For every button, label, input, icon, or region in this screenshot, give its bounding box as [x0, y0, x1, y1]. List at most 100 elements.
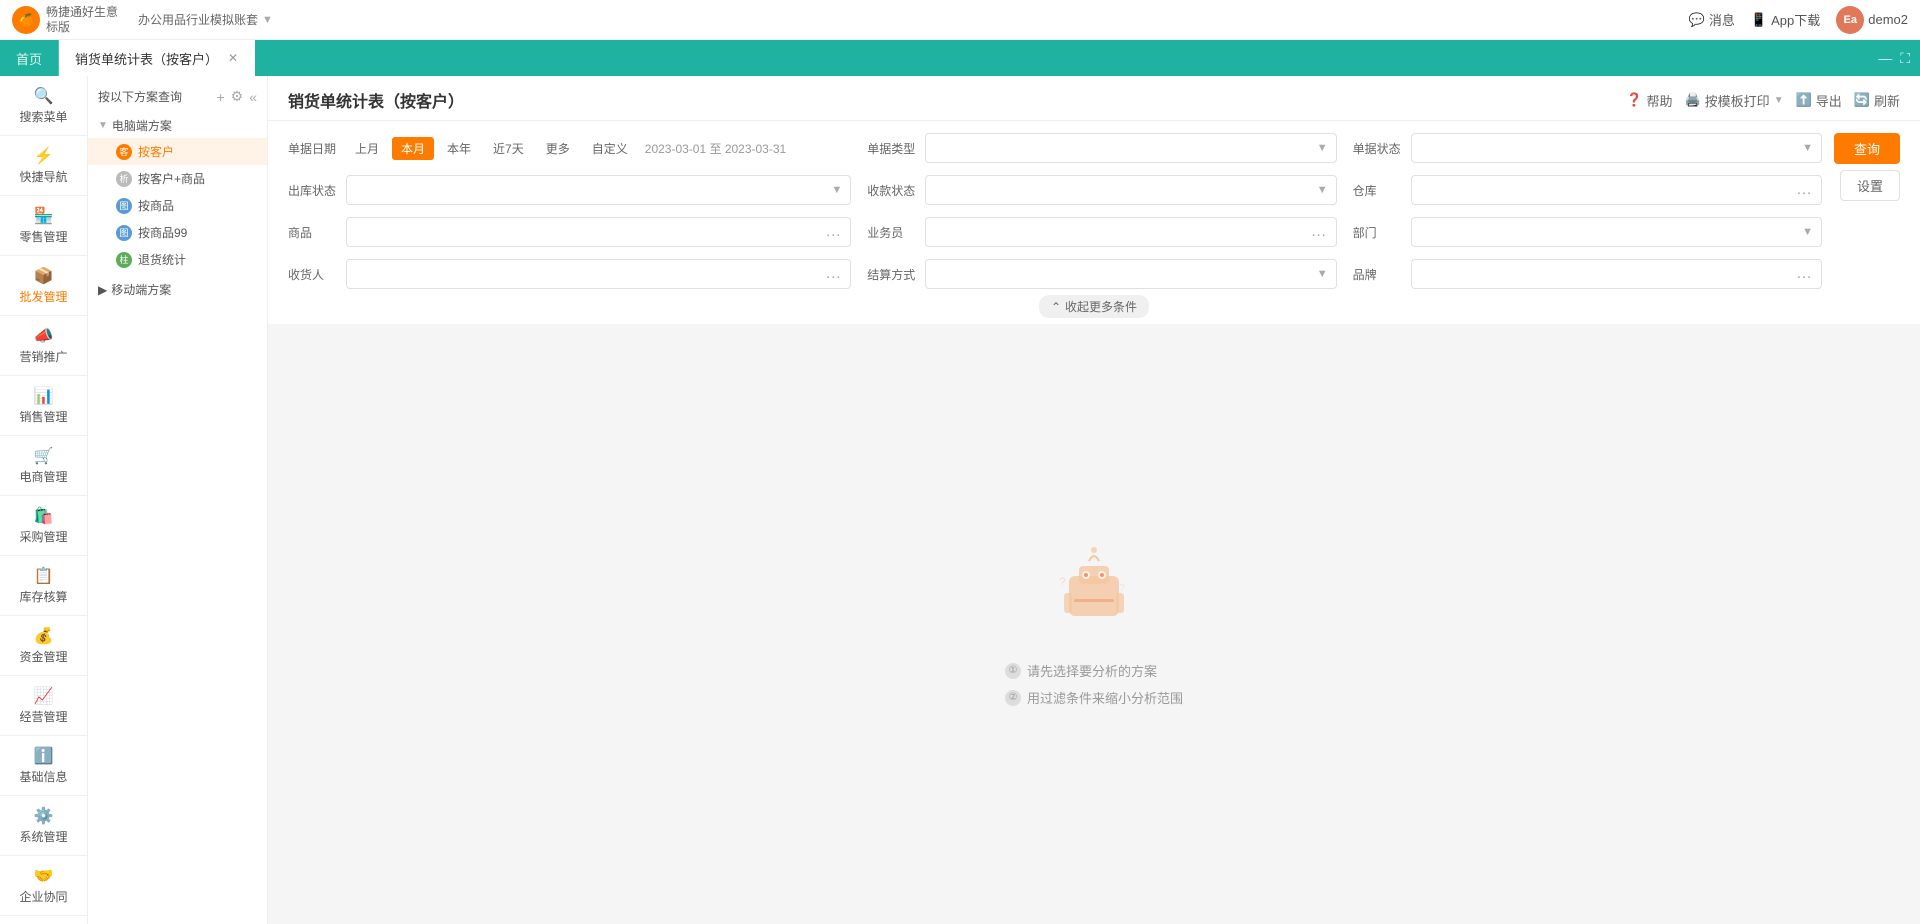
sidebar-item-guide[interactable]: 🎯 新手引导 — [0, 916, 87, 924]
tab-report[interactable]: 销货单统计表（按客户） ✕ — [59, 40, 255, 76]
filter-field-brand: 品牌 … — [1353, 259, 1822, 289]
receiver-ellipsis-icon: … — [825, 265, 842, 283]
type-select[interactable]: ▼ — [925, 133, 1336, 163]
receiver-label: 收货人 — [288, 266, 338, 283]
empty-illustration: ? ? — [1044, 541, 1144, 641]
retail-icon: 🏪 — [4, 206, 83, 226]
sidebar-item-wholesale[interactable]: 📦 批发管理 — [0, 256, 87, 316]
sidebar-item-ecommerce[interactable]: 🛒 电商管理 — [0, 436, 87, 496]
header-right: 💬 消息 📱 App下载 Ea demo2 — [1689, 6, 1908, 34]
print-icon: 🖨️ — [1684, 92, 1700, 108]
empty-tip-1: ① 请先选择要分析的方案 — [1005, 661, 1183, 680]
collection-select[interactable]: ▼ — [925, 175, 1336, 205]
sidebar-item-retail[interactable]: 🏪 零售管理 — [0, 196, 87, 256]
sidebar-item-finance[interactable]: 💰 资金管理 — [0, 616, 87, 676]
goods-input[interactable]: … — [346, 217, 851, 247]
empty-tip-2: ② 用过滤条件来缩小分析范围 — [1005, 688, 1183, 707]
brand-ellipsis-icon: … — [1796, 265, 1813, 283]
warehouse-input[interactable]: … — [1411, 175, 1822, 205]
desktop-group-title[interactable]: ▼ 电脑端方案 — [88, 113, 267, 138]
logo-text: 畅捷通好生意 标版 — [46, 5, 118, 34]
header-left: 🍊 畅捷通好生意 标版 办公用品行业模拟账套 ▼ — [12, 5, 273, 34]
filter-field-status: 单据状态 ▼ — [1353, 133, 1822, 163]
settlement-dropdown-icon: ▼ — [1317, 268, 1328, 280]
date-tab-this-year[interactable]: 本年 — [438, 137, 480, 160]
app-download-button[interactable]: 📱 App下载 — [1751, 10, 1820, 29]
status-select[interactable]: ▼ — [1411, 133, 1822, 163]
page-title-bar: 销货单统计表（按客户） ❓ 帮助 🖨️ 按模板打印 ▼ ⬆️ 导出 — [268, 76, 1920, 121]
tab-close-icon[interactable]: ✕ — [228, 51, 238, 65]
sidebar-item-nav[interactable]: ⚡ 快捷导航 — [0, 136, 87, 196]
purchase-icon: 🛍️ — [4, 506, 83, 526]
sidebar-item-operation[interactable]: 📈 经营管理 — [0, 676, 87, 736]
sidebar-item-search[interactable]: 🔍 搜索菜单 — [0, 76, 87, 136]
warehouse-ellipsis-icon: … — [1796, 181, 1813, 199]
out-status-dropdown-icon: ▼ — [831, 184, 842, 196]
group-arrow-icon: ▼ — [98, 120, 108, 131]
print-button[interactable]: 🖨️ 按模板打印 ▼ — [1684, 91, 1783, 110]
date-tab-last-month[interactable]: 上月 — [346, 137, 388, 160]
logo-area: 🍊 畅捷通好生意 标版 — [12, 5, 118, 34]
scheme-icon-return: 柱 — [116, 252, 132, 268]
tip-num-1: ① — [1005, 663, 1021, 679]
empty-tips: ① 请先选择要分析的方案 ② 用过滤条件来缩小分析范围 — [1005, 661, 1183, 707]
setting-button[interactable]: 设置 — [1840, 170, 1900, 201]
collapse-button[interactable]: ⌃ 收起更多条件 — [1039, 295, 1149, 318]
sidebar-item-inventory[interactable]: 📋 库存核算 — [0, 556, 87, 616]
download-icon: 📱 — [1751, 12, 1767, 28]
maximize-button[interactable]: ⛶ — [1900, 50, 1910, 67]
help-button[interactable]: ❓ 帮助 — [1626, 91, 1672, 110]
scheme-item-customer[interactable]: 客 按客户 — [88, 138, 267, 165]
scheme-item-customer-goods[interactable]: 析 按客户+商品 — [88, 165, 267, 192]
user-menu[interactable]: Ea demo2 — [1836, 6, 1908, 34]
out-status-select[interactable]: ▼ — [346, 175, 851, 205]
sidebar-item-marketing[interactable]: 📣 营销推广 — [0, 316, 87, 376]
salesperson-input[interactable]: … — [925, 217, 1336, 247]
scheme-item-goods[interactable]: 图 按商品 — [88, 192, 267, 219]
date-range: 2023-03-01 至 2023-03-31 — [645, 140, 786, 157]
date-tab-more[interactable]: 更多 — [537, 137, 579, 160]
date-tab-this-month[interactable]: 本月 — [392, 137, 434, 160]
sidebar-item-basic[interactable]: ℹ️ 基础信息 — [0, 736, 87, 796]
collection-dropdown-icon: ▼ — [1317, 184, 1328, 196]
filter-field-date: 单据日期 上月 本月 本年 近7天 更多 自定义 — [288, 137, 851, 160]
date-tab-7days[interactable]: 近7天 — [484, 137, 533, 160]
sidebar-item-sales[interactable]: 📊 销售管理 — [0, 376, 87, 436]
refresh-button[interactable]: 🔄 刷新 — [1854, 91, 1900, 110]
scheme-icon-analysis: 析 — [116, 171, 132, 187]
add-scheme-button[interactable]: + — [216, 89, 224, 105]
out-status-label: 出库状态 — [288, 182, 338, 199]
scheme-item-goods99[interactable]: 图 按商品99 — [88, 219, 267, 246]
collapse-panel-button[interactable]: « — [249, 89, 257, 105]
sidebar-item-enterprise[interactable]: 🤝 企业协同 — [0, 856, 87, 916]
export-button[interactable]: ⬆️ 导出 — [1796, 91, 1842, 110]
mobile-arrow-icon: ▶ — [98, 283, 107, 297]
settings-scheme-button[interactable]: ⚙ — [231, 88, 244, 105]
minimize-button[interactable]: — — [1878, 50, 1892, 66]
settlement-select[interactable]: ▼ — [925, 259, 1336, 289]
mobile-group-title[interactable]: ▶ 移动端方案 — [88, 277, 267, 302]
settlement-label: 结算方式 — [867, 266, 917, 283]
filter-field-goods: 商品 … — [288, 217, 851, 247]
query-button[interactable]: 查询 — [1834, 133, 1900, 164]
filter-row-4: 收货人 … 结算方式 ▼ — [288, 259, 1822, 289]
filter-action-buttons: 查询 设置 — [1822, 121, 1900, 289]
message-button[interactable]: 💬 消息 — [1689, 10, 1735, 29]
refresh-icon: 🔄 — [1854, 92, 1870, 108]
scheme-icon-goods99: 图 — [116, 225, 132, 241]
date-tab-custom[interactable]: 自定义 — [583, 137, 637, 160]
receiver-input[interactable]: … — [346, 259, 851, 289]
tab-home[interactable]: 首页 — [0, 40, 59, 76]
svg-text:?: ? — [1059, 575, 1066, 589]
search-icon: 🔍 — [4, 86, 83, 106]
brand-input[interactable]: … — [1411, 259, 1822, 289]
header-title[interactable]: 办公用品行业模拟账套 ▼ — [138, 11, 273, 28]
scheme-item-return[interactable]: 柱 退货统计 — [88, 246, 267, 273]
sidebar-item-purchase[interactable]: 🛍️ 采购管理 — [0, 496, 87, 556]
department-select[interactable]: ▼ — [1411, 217, 1822, 247]
sidebar-item-system[interactable]: ⚙️ 系统管理 — [0, 796, 87, 856]
collapse-bar[interactable]: ⌃ 收起更多条件 — [288, 289, 1900, 324]
collection-label: 收款状态 — [867, 182, 917, 199]
marketing-icon: 📣 — [4, 326, 83, 346]
panel-title: 按以下方案查询 — [98, 88, 182, 105]
